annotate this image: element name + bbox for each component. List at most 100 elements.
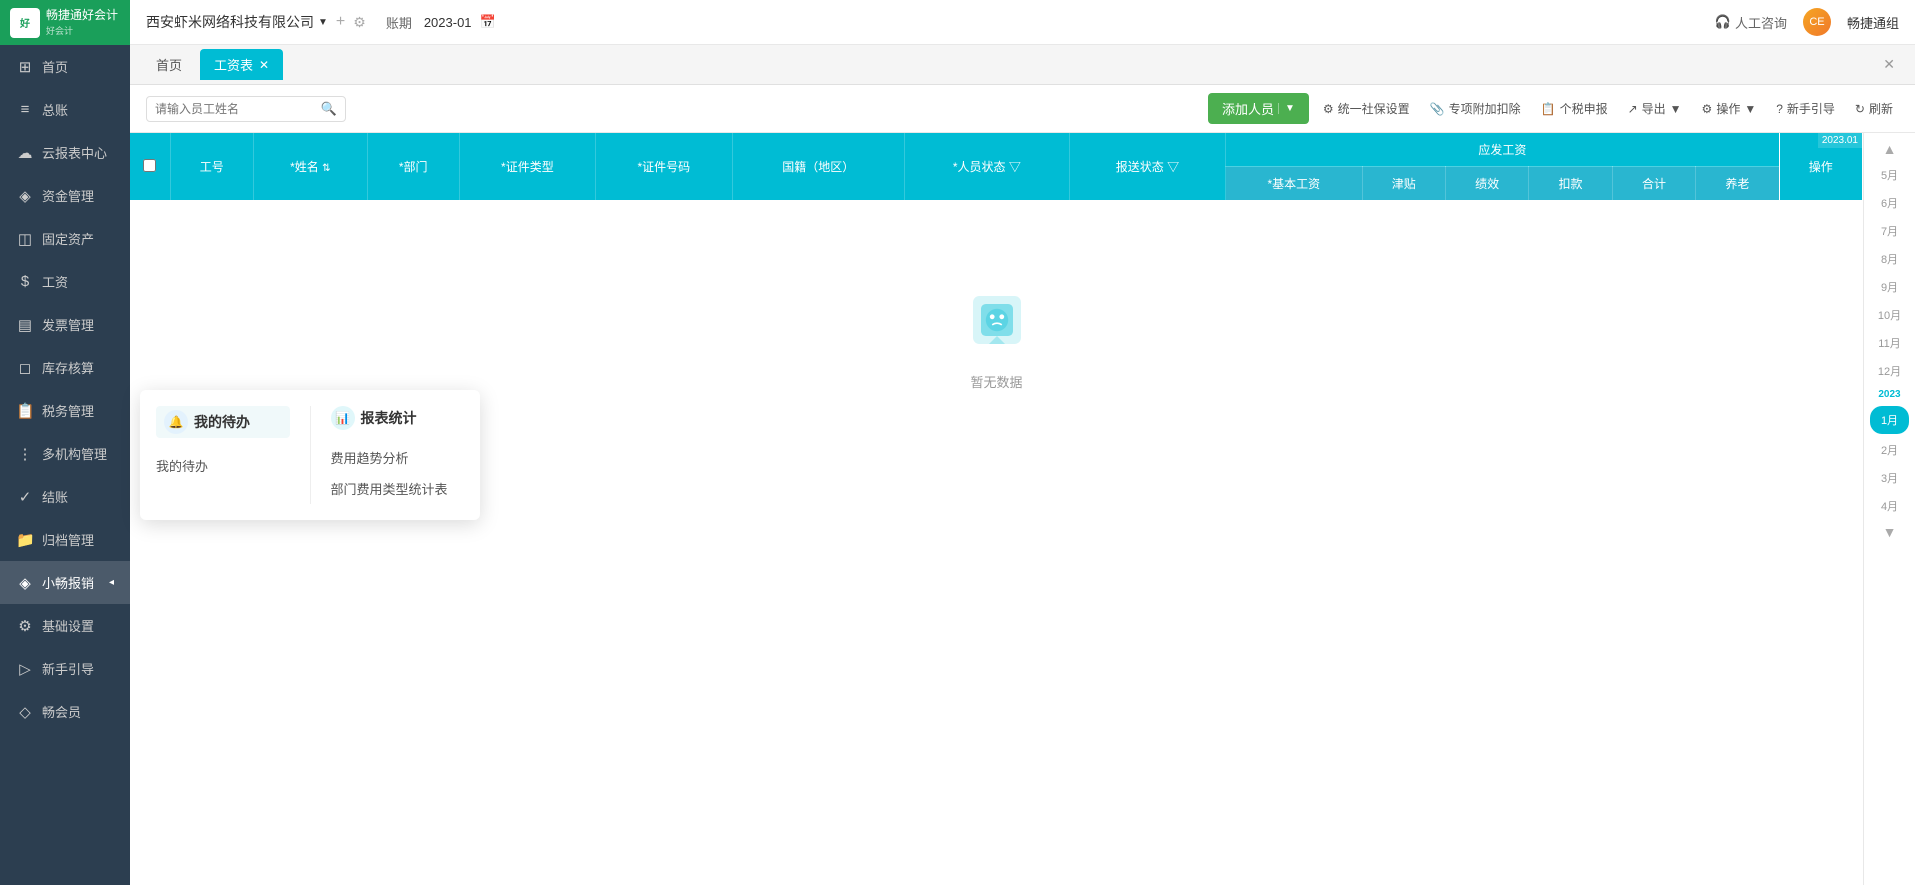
settings-btn[interactable]: ⚙ [353, 14, 366, 31]
sidebar-item-label: 总账 [42, 100, 68, 119]
timeline-month-12[interactable]: 12月 [1864, 357, 1915, 385]
sidebar-item-label: 小畅报销 [42, 573, 94, 592]
operation-dropdown-icon: ▼ [1744, 102, 1756, 116]
th-cert-no: *证件号码 [596, 133, 732, 200]
sidebar-item-archive[interactable]: 📁 归档管理 [0, 518, 130, 561]
cloud-icon: ☁ [16, 144, 34, 162]
popup-item-expense-trend[interactable]: 费用趋势分析 [331, 442, 465, 473]
th-report-status[interactable]: 报送状态 ▽ [1069, 133, 1225, 200]
popup-sections: 🔔 我的待办 我的待办 📊 报表统计 费用趋势分析 部门费用类型统计表 [156, 406, 464, 504]
sidebar-item-label: 畅会员 [42, 702, 81, 721]
headset-icon: 🎧 [1715, 14, 1731, 30]
sidebar-item-fund[interactable]: ◈ 资金管理 [0, 174, 130, 217]
sidebar-item-guide[interactable]: ▷ 新手引导 [0, 647, 130, 690]
search-input[interactable] [155, 102, 315, 116]
sidebar-item-invoice[interactable]: ▤ 发票管理 [0, 303, 130, 346]
refresh-btn[interactable]: ↻ 刷新 [1849, 96, 1899, 121]
th-name[interactable]: *姓名 ⇅ [253, 133, 367, 200]
timeline-month-7[interactable]: 7月 [1864, 217, 1915, 245]
timeline-year-2023: 2023 [1878, 385, 1900, 404]
sidebar-item-salary[interactable]: $ 工资 [0, 260, 130, 303]
sidebar-item-label: 归档管理 [42, 530, 94, 549]
export-dropdown-icon: ▼ [1670, 102, 1682, 116]
select-all-checkbox[interactable] [130, 133, 170, 200]
tab-home[interactable]: 首页 [142, 49, 196, 80]
refresh-icon: ↻ [1855, 102, 1865, 116]
timeline-prev-btn[interactable]: ▲ [1879, 137, 1901, 161]
tab-close-btn[interactable]: ✕ [1875, 52, 1903, 77]
new-guide-icon: ? [1776, 102, 1783, 116]
period-value: 2023-01 [424, 15, 472, 30]
tab-salary[interactable]: 工资表 ✕ [200, 49, 283, 80]
search-box[interactable]: 🔍 [146, 96, 346, 122]
sort-icon: ⇅ [322, 163, 330, 174]
new-guide-btn[interactable]: ? 新手引导 [1770, 96, 1841, 121]
sidebar-item-settings[interactable]: ⚙ 基础设置 [0, 604, 130, 647]
popup-divider [310, 406, 311, 504]
special-deduct-btn[interactable]: 📎 专项附加扣除 [1424, 96, 1527, 121]
th-status[interactable]: *人员状态 ▽ [904, 133, 1069, 200]
report-icon: 📊 [331, 406, 355, 430]
timeline-month-1-current[interactable]: 1月 [1870, 406, 1909, 434]
export-btn[interactable]: ↗ 导出 ▼ [1622, 96, 1688, 121]
popup-item-dept-expense[interactable]: 部门费用类型统计表 [331, 473, 465, 504]
popup-section-report: 📊 报表统计 费用趋势分析 部门费用类型统计表 [331, 406, 465, 504]
add-person-dropdown-icon[interactable]: ▼ [1278, 103, 1295, 114]
special-deduct-icon: 📎 [1430, 102, 1445, 116]
popup-item-my-pending[interactable]: 我的待办 [156, 450, 290, 481]
service-button[interactable]: 🎧 人工咨询 [1715, 13, 1787, 32]
sidebar-item-settle[interactable]: ✓ 结账 [0, 475, 130, 518]
period-badge: 2023.01 [1818, 133, 1862, 148]
popup-section-pending-title[interactable]: 🔔 我的待办 [156, 406, 290, 438]
add-company-btn[interactable]: + [336, 13, 345, 31]
th-pension: 养老 [1696, 167, 1779, 201]
timeline-month-2[interactable]: 2月 [1864, 436, 1915, 464]
timeline-month-6[interactable]: 6月 [1864, 189, 1915, 217]
th-nationality: 国籍（地区） [732, 133, 904, 200]
sidebar-item-xiaochang[interactable]: ◈ 小畅报销 ◂ [0, 561, 130, 604]
sidebar-item-inventory[interactable]: ◻ 库存核算 [0, 346, 130, 389]
tax-declare-btn[interactable]: 📋 个税申报 [1535, 96, 1614, 121]
operation-btn[interactable]: ⚙ 操作 ▼ [1696, 96, 1763, 121]
timeline-month-5[interactable]: 5月 [1864, 161, 1915, 189]
sidebar-item-vip[interactable]: ◇ 畅会员 [0, 690, 130, 733]
th-payable-group: 应发工资 [1226, 133, 1779, 167]
social-security-btn[interactable]: ⚙ 统一社保设置 [1317, 96, 1416, 121]
vip-icon: ◇ [16, 703, 34, 721]
sidebar-item-cloud-report[interactable]: ☁ 云报表中心 [0, 131, 130, 174]
timeline-month-3[interactable]: 3月 [1864, 464, 1915, 492]
th-cert-type: *证件类型 [459, 133, 595, 200]
sidebar-item-label: 税务管理 [42, 401, 94, 420]
timeline-month-4[interactable]: 4月 [1864, 492, 1915, 520]
app-logo: 好 畅捷通好会计 好会计 [0, 0, 130, 45]
th-deductions: 扣款 [1529, 167, 1612, 201]
timeline-month-9[interactable]: 9月 [1864, 273, 1915, 301]
add-person-button[interactable]: 添加人员 ▼ [1208, 93, 1309, 124]
tab-close-icon[interactable]: ✕ [259, 58, 269, 72]
sidebar-item-multi-org[interactable]: ⋮ 多机构管理 [0, 432, 130, 475]
company-name[interactable]: 西安虾米网络科技有限公司 ▼ [146, 12, 328, 32]
avatar: CE [1803, 8, 1831, 36]
sidebar-nav: ⊞ 首页 ≡ 总账 ☁ 云报表中心 ◈ 资金管理 ◫ 固定资产 $ 工资 ▤ 发… [0, 45, 130, 885]
tax-declare-icon: 📋 [1541, 102, 1556, 116]
calendar-icon[interactable]: 📅 [480, 14, 496, 30]
sidebar-item-tax[interactable]: 📋 税务管理 [0, 389, 130, 432]
popup-section-pending: 🔔 我的待办 我的待办 [156, 406, 290, 504]
settings-icon: ⚙ [16, 617, 34, 635]
timeline-month-8[interactable]: 8月 [1864, 245, 1915, 273]
collapse-icon: ◂ [109, 577, 114, 588]
sidebar-item-fixed-assets[interactable]: ◫ 固定资产 [0, 217, 130, 260]
sidebar-item-home[interactable]: ⊞ 首页 [0, 45, 130, 88]
sidebar-item-label: 发票管理 [42, 315, 94, 334]
sidebar-item-label: 多机构管理 [42, 444, 107, 463]
timeline-next-btn[interactable]: ▼ [1879, 520, 1901, 544]
sidebar-item-ledger[interactable]: ≡ 总账 [0, 88, 130, 131]
popup-section-report-title[interactable]: 📊 报表统计 [331, 406, 465, 430]
ledger-icon: ≡ [16, 101, 34, 118]
timeline-month-10[interactable]: 10月 [1864, 301, 1915, 329]
social-security-icon: ⚙ [1323, 102, 1334, 116]
home-icon: ⊞ [16, 58, 34, 76]
top-header: 西安虾米网络科技有限公司 ▼ + ⚙ 账期 2023-01 📅 🎧 人工咨询 C… [130, 0, 1915, 45]
th-operation: 操作 2023.01 [1779, 133, 1862, 200]
timeline-month-11[interactable]: 11月 [1864, 329, 1915, 357]
